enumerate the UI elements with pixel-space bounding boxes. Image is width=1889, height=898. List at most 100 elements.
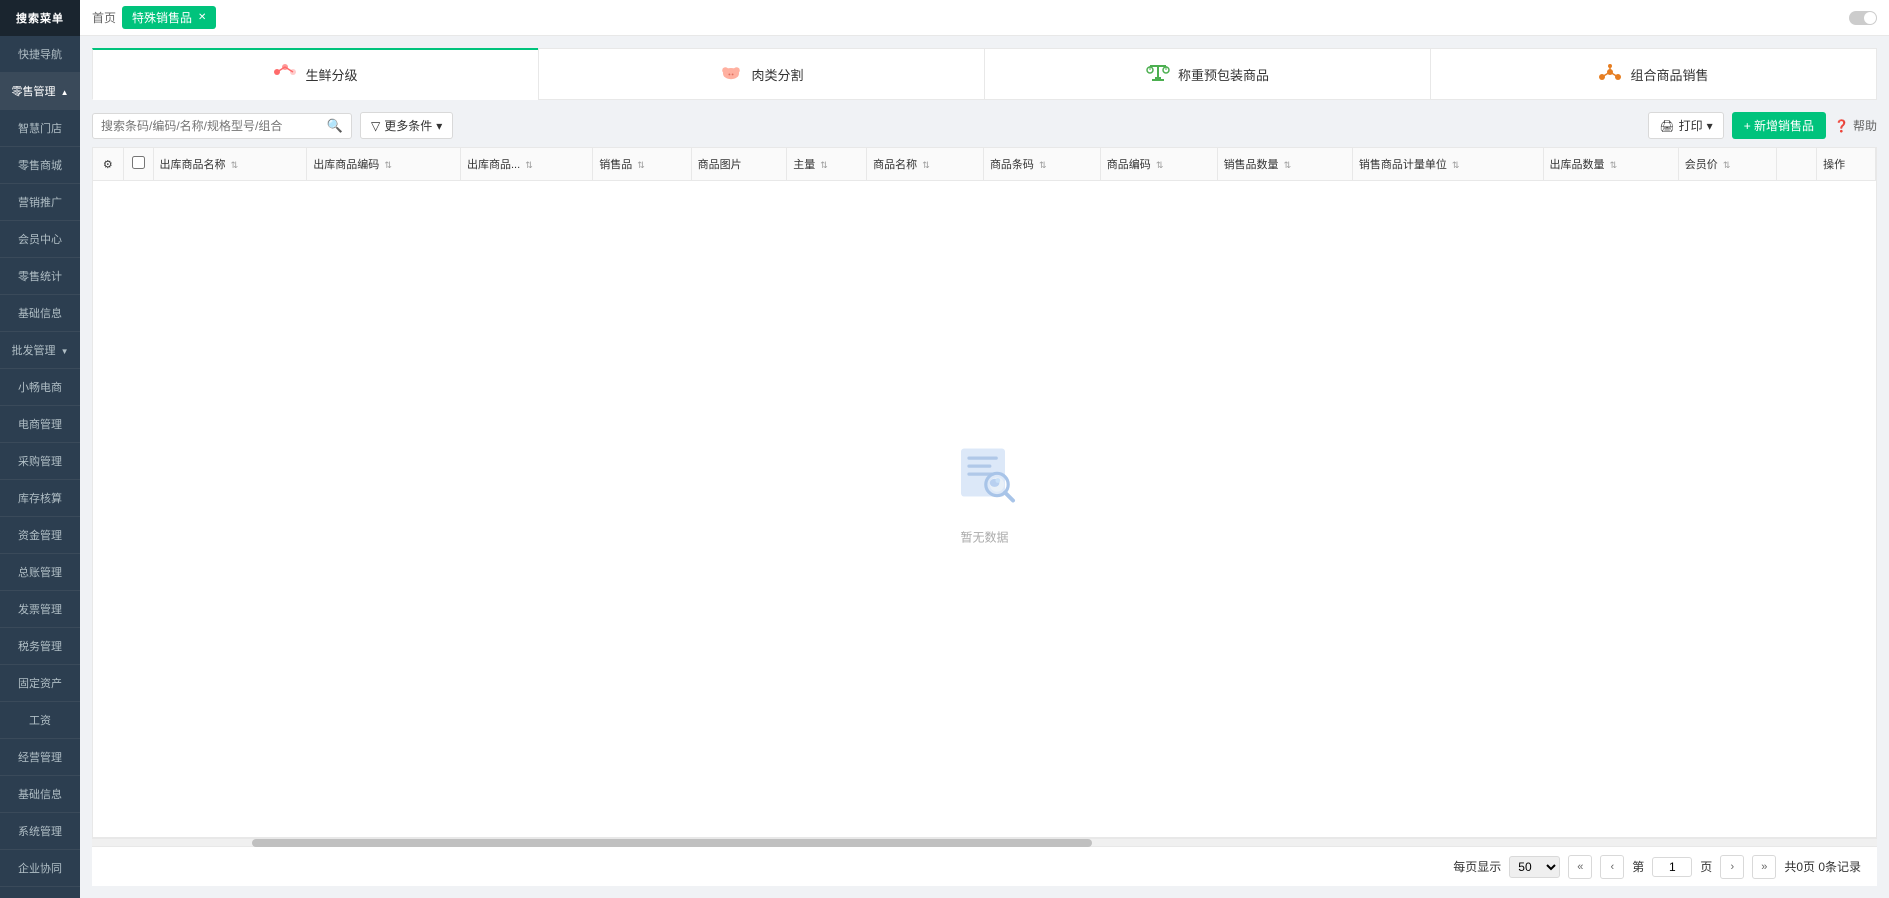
th-sale-item[interactable]: 销售品 ⇅ — [593, 148, 691, 181]
sidebar-item-enterprise-coop[interactable]: 企业协同 — [0, 850, 80, 887]
th-spacer — [1777, 148, 1817, 181]
scrollbar-thumb[interactable] — [252, 839, 1092, 847]
th-out-spec[interactable]: 出库商品... ⇅ — [461, 148, 593, 181]
table-wrap: ⚙ 出库商品名称 ⇅ 出库商品编码 ⇅ 出库商品... ⇅ — [92, 147, 1877, 838]
print-button[interactable]: 🖨 打印 ▾ — [1648, 112, 1723, 139]
th-sale-unit[interactable]: 销售商品计量单位 ⇅ — [1352, 148, 1543, 181]
th-operation: 操作 — [1817, 148, 1876, 181]
th-weight[interactable]: 主量 ⇅ — [787, 148, 867, 181]
per-page-select[interactable]: 50 10 20 100 — [1509, 856, 1560, 878]
breadcrumb-home[interactable]: 首页 — [92, 9, 116, 26]
sidebar-item-retail-stats[interactable]: 零售统计 — [0, 258, 80, 295]
sidebar-item-wages[interactable]: 工资 — [0, 702, 80, 739]
sidebar-item-sys-mgmt[interactable]: 系统管理 — [0, 813, 80, 850]
th-barcode[interactable]: 商品条码 ⇅ — [983, 148, 1100, 181]
sidebar-item-basic-info2[interactable]: 基础信息 — [0, 776, 80, 813]
page-suffix: 页 — [1700, 858, 1712, 875]
sidebar-logo[interactable]: 搜索菜单 — [0, 0, 80, 36]
th-sale-qty[interactable]: 销售品数量 ⇅ — [1217, 148, 1352, 181]
pagination-bar: 每页显示 50 10 20 100 « ‹ 第 页 › » 共0页 0条记录 — [92, 846, 1877, 886]
tab-weight-prepack-label: 称重预包装商品 — [1178, 65, 1269, 84]
th-out-code[interactable]: 出库商品编码 ⇅ — [307, 148, 461, 181]
page-input[interactable] — [1652, 857, 1692, 877]
search-wrap: 🔍 — [92, 113, 352, 139]
sort-icon: ⇅ — [231, 160, 239, 170]
toolbar: 🔍 ▽ 更多条件 ▾ 🖨 打印 ▾ + 新增销售品 ❓ — [92, 112, 1877, 139]
th-product-img[interactable]: 商品图片 — [691, 148, 787, 181]
fresh-icon — [273, 62, 297, 87]
toolbar-left: 🔍 ▽ 更多条件 ▾ — [92, 112, 453, 139]
sidebar-item-fund-mgmt[interactable]: 资金管理 — [0, 517, 80, 554]
tab-fresh-grade-label: 生鲜分级 — [305, 65, 357, 84]
sidebar-item-wholesale-mgmt[interactable]: 批发管理 ▼ — [0, 332, 80, 369]
sidebar-item-retail-mgmt[interactable]: 零售管理 ▲ — [0, 73, 80, 110]
main-table: ⚙ 出库商品名称 ⇅ 出库商品编码 ⇅ 出库商品... ⇅ — [93, 148, 1876, 181]
scale-icon — [1146, 62, 1170, 87]
horizontal-scrollbar[interactable] — [92, 838, 1877, 846]
sort-icon: ⇅ — [1284, 160, 1292, 170]
sidebar-item-marketing[interactable]: 营销推广 — [0, 184, 80, 221]
table-header: ⚙ 出库商品名称 ⇅ 出库商品编码 ⇅ 出库商品... ⇅ — [93, 148, 1876, 181]
sort-icon: ⇅ — [637, 160, 645, 170]
th-product-name[interactable]: 商品名称 ⇅ — [867, 148, 984, 181]
sidebar-item-invoice-mgmt[interactable]: 发票管理 — [0, 591, 80, 628]
close-icon[interactable]: ✕ — [198, 12, 206, 23]
tabs-row: 生鲜分级 肉类分割 — [92, 48, 1877, 100]
th-out-name[interactable]: 出库商品名称 ⇅ — [153, 148, 307, 181]
sidebar-item-member-center[interactable]: 会员中心 — [0, 221, 80, 258]
sidebar-item-basic-info[interactable]: 基础信息 — [0, 295, 80, 332]
th-out-qty[interactable]: 出库品数量 ⇅ — [1543, 148, 1678, 181]
th-product-code[interactable]: 商品编码 ⇅ — [1100, 148, 1217, 181]
first-page-button[interactable]: « — [1568, 855, 1592, 879]
th-gear[interactable]: ⚙ — [93, 148, 123, 181]
sidebar-item-retail-mall[interactable]: 零售商城 — [0, 147, 80, 184]
prev-page-button[interactable]: ‹ — [1600, 855, 1624, 879]
tab-fresh-grade[interactable]: 生鲜分级 — [92, 48, 538, 100]
search-input[interactable] — [101, 119, 323, 133]
tab-meat-cut-label: 肉类分割 — [751, 65, 803, 84]
sidebar-item-general-ledger[interactable]: 总账管理 — [0, 554, 80, 591]
tab-combo-sale[interactable]: 组合商品销售 — [1430, 48, 1877, 100]
th-member-price[interactable]: 会员价 ⇅ — [1678, 148, 1776, 181]
help-button[interactable]: ❓ 帮助 — [1834, 117, 1877, 134]
sort-icon: ⇅ — [1039, 160, 1047, 170]
sidebar-item-ecom-mgmt[interactable]: 电商管理 — [0, 406, 80, 443]
sort-icon: ⇅ — [922, 160, 930, 170]
sidebar-item-operations-mgmt[interactable]: 经营管理 — [0, 739, 80, 776]
sidebar-item-purchase-mgmt[interactable]: 采购管理 — [0, 443, 80, 480]
chevron-down-icon: ▲ — [61, 88, 69, 97]
sort-icon: ⇅ — [525, 160, 533, 170]
empty-state: 暂无数据 — [945, 440, 1025, 545]
breadcrumb-active-tab[interactable]: 特殊销售品 ✕ — [122, 6, 216, 29]
help-icon: ❓ — [1834, 119, 1849, 133]
page-label: 第 — [1632, 858, 1644, 875]
content-area: 生鲜分级 肉类分割 — [80, 36, 1889, 898]
search-icon[interactable]: 🔍 — [327, 118, 343, 134]
printer-icon: 🖨 — [1659, 119, 1674, 133]
tab-meat-cut[interactable]: 肉类分割 — [538, 48, 984, 100]
combo-icon — [1598, 62, 1622, 87]
toggle-switch[interactable] — [1849, 11, 1877, 25]
breadcrumb: 首页 特殊销售品 ✕ — [92, 6, 216, 29]
next-page-button[interactable]: › — [1720, 855, 1744, 879]
filter-button[interactable]: ▽ 更多条件 ▾ — [360, 112, 453, 139]
sidebar-item-inventory-check[interactable]: 库存核算 — [0, 480, 80, 517]
select-all-checkbox[interactable] — [132, 156, 145, 169]
last-page-button[interactable]: » — [1752, 855, 1776, 879]
sidebar-item-tax-mgmt[interactable]: 税务管理 — [0, 628, 80, 665]
th-check[interactable] — [123, 148, 153, 181]
sidebar-item-quick-nav[interactable]: 快捷导航 — [0, 36, 80, 73]
sort-icon: ⇅ — [820, 160, 828, 170]
total-info: 共0页 0条记录 — [1784, 858, 1861, 875]
sidebar-item-mini-ecom[interactable]: 小畅电商 — [0, 369, 80, 406]
meat-icon — [719, 62, 743, 87]
sort-icon: ⇅ — [1452, 160, 1460, 170]
chevron-down-icon: ▼ — [61, 347, 69, 356]
tab-weight-prepack[interactable]: 称重预包装商品 — [984, 48, 1430, 100]
add-product-button[interactable]: + 新增销售品 — [1732, 112, 1826, 139]
sidebar-item-smart-store[interactable]: 智慧门店 — [0, 110, 80, 147]
sidebar-item-fixed-assets[interactable]: 固定资产 — [0, 665, 80, 702]
toolbar-right: 🖨 打印 ▾ + 新增销售品 ❓ 帮助 — [1648, 112, 1877, 139]
sidebar: 搜索菜单 快捷导航 零售管理 ▲ 智慧门店 零售商城 营销推广 会员中心 零售统… — [0, 0, 80, 898]
sidebar-item-new-guide[interactable]: 新手引导 — [0, 887, 80, 898]
